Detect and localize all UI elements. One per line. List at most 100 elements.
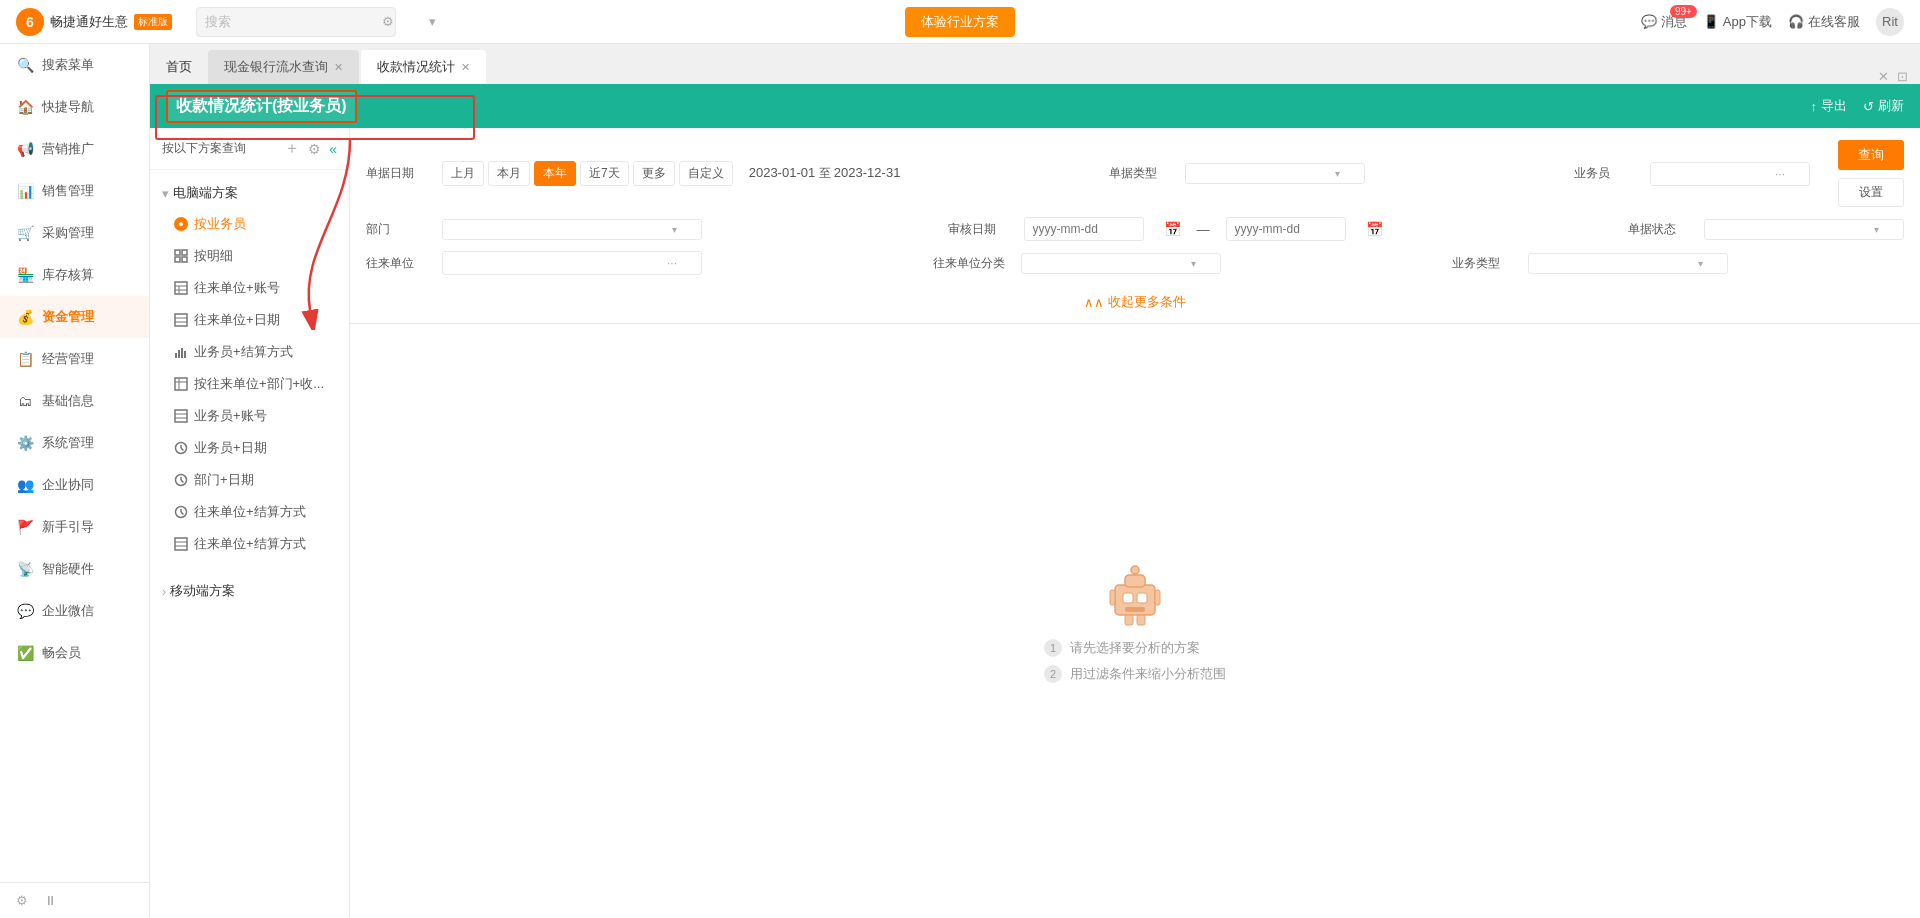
search-icon: ⚙ bbox=[376, 10, 400, 34]
query-button[interactable]: 查询 bbox=[1838, 140, 1904, 170]
export-icon: ↑ bbox=[1811, 99, 1818, 114]
scheme-item-detail[interactable]: 按明细 bbox=[150, 240, 349, 272]
date-group: 上月 本月 本年 近7天 更多 自定义 bbox=[442, 161, 733, 186]
bill-status-select[interactable]: ▾ bbox=[1704, 219, 1904, 240]
sidebar-item-marketing[interactable]: 📢 营销推广 bbox=[0, 128, 149, 170]
sidebar-label-wechat: 企业微信 bbox=[42, 602, 94, 620]
scheme-panel-actions: ＋ ⚙ « bbox=[284, 138, 337, 159]
scheme-item-salesperson-settle[interactable]: 业务员+结算方式 bbox=[150, 336, 349, 368]
top-search-input[interactable]: 搜索 bbox=[196, 7, 396, 37]
tab-collections-close[interactable]: ✕ bbox=[461, 61, 470, 74]
settings-icon[interactable]: ⚙ bbox=[16, 893, 28, 908]
calendar-icon-2[interactable]: 📅 bbox=[1366, 221, 1383, 237]
sidebar-item-search[interactable]: 🔍 搜索菜单 bbox=[0, 44, 149, 86]
scheme-item-salesperson-date[interactable]: 业务员+日期 bbox=[150, 432, 349, 464]
system-icon: ⚙️ bbox=[16, 434, 34, 452]
scheme-item-partner-dept[interactable]: 按往来单位+部门+收... bbox=[150, 368, 349, 400]
mobile-chevron-icon: › bbox=[162, 584, 166, 599]
tab-collections[interactable]: 收款情况统计 ✕ bbox=[361, 50, 486, 84]
scheme-item-partner-date[interactable]: 往来单位+日期 bbox=[150, 304, 349, 336]
sidebar-item-guide[interactable]: 🚩 新手引导 bbox=[0, 506, 149, 548]
sidebar-label-sales: 销售管理 bbox=[42, 182, 94, 200]
bill-type-label: 单据类型 bbox=[1109, 165, 1169, 182]
sidebar-item-inventory[interactable]: 🏪 库存核算 bbox=[0, 254, 149, 296]
filter-row-1: 单据日期 上月 本月 本年 近7天 更多 自定义 2023-01-01 至 bbox=[366, 140, 1904, 207]
biz-type-chevron: ▾ bbox=[1698, 258, 1703, 269]
sidebar-item-vip[interactable]: ✅ 畅会员 bbox=[0, 632, 149, 674]
svg-rect-1 bbox=[182, 250, 187, 255]
collapse-panel-icon[interactable]: « bbox=[329, 141, 337, 157]
sidebar-item-finance[interactable]: 💰 资金管理 bbox=[0, 296, 149, 338]
dept-select[interactable]: ▾ bbox=[442, 219, 702, 240]
collapse-sidebar-icon[interactable]: ⏸ bbox=[44, 893, 57, 908]
scheme-panel-title: 按以下方案查询 bbox=[162, 140, 246, 157]
sidebar-item-hardware[interactable]: 📡 智能硬件 bbox=[0, 548, 149, 590]
bill-type-select[interactable]: ▾ bbox=[1185, 163, 1365, 184]
sidebar-item-nav[interactable]: 🏠 快捷导航 bbox=[0, 86, 149, 128]
expand-window-icon[interactable]: ⊡ bbox=[1897, 69, 1908, 84]
sidebar-item-wechat[interactable]: 💬 企业微信 bbox=[0, 590, 149, 632]
partner-date-icon bbox=[174, 313, 188, 327]
sidebar-item-collab[interactable]: 👥 企业协同 bbox=[0, 464, 149, 506]
date-btn-custom[interactable]: 自定义 bbox=[679, 161, 733, 186]
bill-status-chevron: ▾ bbox=[1874, 224, 1879, 235]
salesperson-select[interactable]: ··· bbox=[1650, 162, 1810, 186]
refresh-button[interactable]: ↺ 刷新 bbox=[1863, 97, 1904, 115]
review-date-to[interactable] bbox=[1226, 217, 1346, 241]
tab-home[interactable]: 首页 bbox=[150, 50, 208, 84]
close-window-icon[interactable]: ✕ bbox=[1878, 69, 1889, 84]
sidebar-label-hardware: 智能硬件 bbox=[42, 560, 94, 578]
date-btn-this-year[interactable]: 本年 bbox=[534, 161, 576, 186]
edition-badge: 标准版 bbox=[134, 14, 172, 30]
scheme-item-salesperson-account[interactable]: 业务员+账号 bbox=[150, 400, 349, 432]
partner-select[interactable]: ··· bbox=[442, 251, 702, 275]
partner-category-select[interactable]: ▾ bbox=[1021, 253, 1221, 274]
scheme-item-partner-settle1[interactable]: 往来单位+结算方式 bbox=[150, 496, 349, 528]
online-service-item[interactable]: 🎧 在线客服 bbox=[1788, 13, 1860, 31]
mobile-scheme-title[interactable]: › 移动端方案 bbox=[150, 576, 349, 606]
sidebar-item-operation[interactable]: 📋 经营管理 bbox=[0, 338, 149, 380]
scheme-item-partner-settle2[interactable]: 往来单位+结算方式 bbox=[150, 528, 349, 560]
biz-type-select[interactable]: ▾ bbox=[1528, 253, 1728, 274]
sidebar-item-sales[interactable]: 📊 销售管理 bbox=[0, 170, 149, 212]
date-btn-more[interactable]: 更多 bbox=[633, 161, 675, 186]
collapse-button[interactable]: ∧∧ 收起更多条件 bbox=[1084, 293, 1186, 311]
tip-item-1: 1 请先选择要分析的方案 bbox=[1044, 635, 1226, 661]
sidebar-item-basic[interactable]: 🗂 基础信息 bbox=[0, 380, 149, 422]
settings-scheme-icon[interactable]: ⚙ bbox=[308, 141, 321, 157]
user-avatar[interactable]: Rit bbox=[1876, 8, 1904, 36]
sidebar-item-purchase[interactable]: 🛒 采购管理 bbox=[0, 212, 149, 254]
scheme-item-salesperson[interactable]: ● 按业务员 bbox=[150, 208, 349, 240]
content-header: 收款情况统计(按业务员) ↑ 导出 ↺ 刷新 bbox=[150, 84, 1920, 128]
dropdown-icon[interactable]: ▾ bbox=[420, 10, 444, 34]
review-date-from[interactable] bbox=[1024, 217, 1144, 241]
calendar-icon-1[interactable]: 📅 bbox=[1164, 221, 1181, 237]
active-scheme-dot: ● bbox=[174, 217, 188, 231]
sidebar-item-system[interactable]: ⚙️ 系统管理 bbox=[0, 422, 149, 464]
partner-dept-icon bbox=[174, 377, 188, 391]
top-bar: 6 畅捷通好生意 标准版 搜索 ⚙ ▾ 体验行业方案 💬 消息 99+ 📱 Ap… bbox=[0, 0, 1920, 44]
add-scheme-icon[interactable]: ＋ bbox=[284, 138, 300, 159]
trial-btn[interactable]: 体验行业方案 bbox=[905, 7, 1015, 37]
scheme-item-dept-date[interactable]: 部门+日期 bbox=[150, 464, 349, 496]
app-download-item[interactable]: 📱 App下载 bbox=[1703, 13, 1772, 31]
refresh-icon: ↺ bbox=[1863, 99, 1874, 114]
set-button[interactable]: 设置 bbox=[1838, 178, 1904, 207]
money-icon: 💰 bbox=[16, 308, 34, 326]
date-btn-7days[interactable]: 近7天 bbox=[580, 161, 629, 186]
tab-cashflow-close[interactable]: ✕ bbox=[334, 61, 343, 74]
scheme-item-partner-account[interactable]: 往来单位+账号 bbox=[150, 272, 349, 304]
sidebar-label-finance: 资金管理 bbox=[42, 308, 94, 326]
partner-settle-icon2 bbox=[174, 537, 188, 551]
date-btn-last-month[interactable]: 上月 bbox=[442, 161, 484, 186]
tab-cashflow[interactable]: 现金银行流水查询 ✕ bbox=[208, 50, 359, 84]
more-dots: ··· bbox=[1775, 167, 1785, 181]
top-bar-right: 💬 消息 99+ 📱 App下载 🎧 在线客服 Rit bbox=[1641, 8, 1904, 36]
sidebar-label-search: 搜索菜单 bbox=[42, 56, 94, 74]
desktop-scheme-title[interactable]: ▾ 电脑端方案 bbox=[150, 178, 349, 208]
export-button[interactable]: ↑ 导出 bbox=[1811, 97, 1848, 115]
svg-rect-38 bbox=[1155, 590, 1160, 605]
date-btn-this-month[interactable]: 本月 bbox=[488, 161, 530, 186]
messages-item[interactable]: 💬 消息 99+ bbox=[1641, 13, 1687, 31]
svg-line-29 bbox=[181, 512, 184, 515]
